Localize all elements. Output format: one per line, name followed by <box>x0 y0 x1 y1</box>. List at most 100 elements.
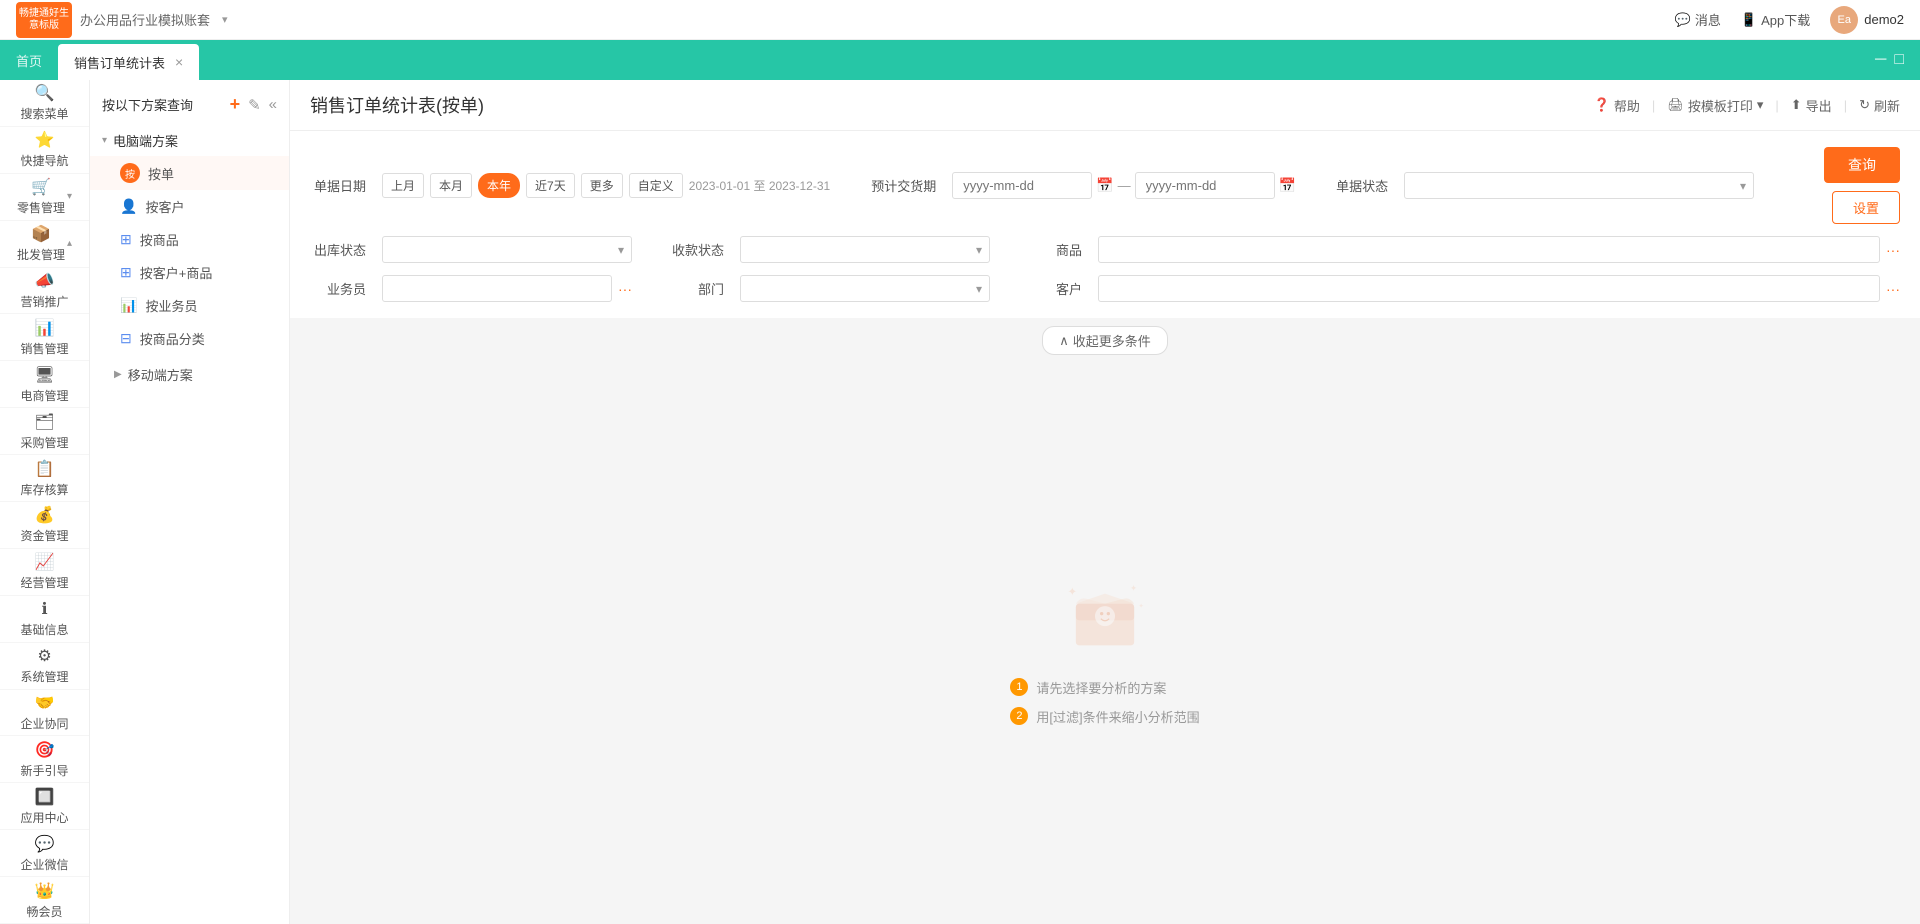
sidebar-item-ecom[interactable]: 🖥 电商管理 <box>0 361 89 408</box>
sidebar-item-retail[interactable]: 🛒 零售管理 ▾ <box>0 174 89 221</box>
template-print-label: 按模板打印 <box>1688 96 1753 115</box>
status-select[interactable] <box>1404 172 1754 199</box>
separator-3: | <box>1844 98 1847 113</box>
finance-label: 资金管理 <box>20 527 68 544</box>
sidebar-item-new-user[interactable]: 🎯 新手引导 <box>0 736 89 783</box>
retail-arrow: ▾ <box>67 191 72 202</box>
scheme-item-by-goods[interactable]: ⊞ 按商品 <box>90 223 289 256</box>
scheme-collapse-btn[interactable]: « <box>269 96 277 113</box>
scheme-add-btn[interactable]: + <box>230 94 241 115</box>
sidebar-item-wechat[interactable]: 💬 企业微信 <box>0 830 89 877</box>
scheme-item-by-category[interactable]: ⊟ 按商品分类 <box>90 322 289 355</box>
ecom-icon: 🖥 <box>34 365 54 385</box>
app-download-btn[interactable]: 📱 App下载 <box>1741 10 1810 29</box>
scheme-edit-btn[interactable]: ✎ <box>248 96 261 114</box>
right-panel: 销售订单统计表(按单) ❓ 帮助 | 🖨 按模板打印 ▾ | <box>290 80 1920 924</box>
sidebar-item-sales[interactable]: 📊 销售管理 <box>0 314 89 361</box>
date-range-text: 2023-01-01 至 2023-12-31 <box>689 177 830 194</box>
new-user-icon: 🎯 <box>35 740 55 760</box>
by-goods-label: 按商品 <box>140 230 179 249</box>
logo-text: 畅捷通好生意标版 <box>19 8 69 32</box>
payment-label: 收款状态 <box>668 240 724 259</box>
quick-nav-label: 快捷导航 <box>20 152 68 169</box>
app-download-label: App下载 <box>1761 10 1810 29</box>
by-order-active-icon: 按 <box>120 163 140 183</box>
expected-date-start[interactable] <box>952 172 1092 199</box>
tab-maximize-btn[interactable]: □ <box>1894 51 1904 69</box>
date-btn-custom[interactable]: 自定义 <box>629 173 683 198</box>
collapse-label: 收起更多条件 <box>1073 331 1151 350</box>
template-print-btn[interactable]: 🖨 按模板打印 ▾ <box>1667 96 1763 115</box>
scheme-item-by-salesman[interactable]: 📊 按业务员 <box>90 289 289 322</box>
help-label: 帮助 <box>1614 96 1640 115</box>
basic-icon: ℹ <box>41 599 47 619</box>
template-print-arrow: ▾ <box>1757 97 1764 113</box>
dept-select[interactable] <box>740 275 990 302</box>
sidebar-item-basic[interactable]: ℹ 基础信息 <box>0 596 89 643</box>
export-btn[interactable]: ⬆ 导出 <box>1791 96 1832 115</box>
sidebar-item-system[interactable]: ⚙ 系统管理 <box>0 643 89 690</box>
sidebar-item-marketing[interactable]: 📣 营销推广 <box>0 268 89 315</box>
goods-input[interactable] <box>1098 236 1880 263</box>
user-area[interactable]: Ea demo2 <box>1830 6 1904 34</box>
delivery-select[interactable] <box>382 236 632 263</box>
sidebar-item-quick-nav[interactable]: ⭐ 快捷导航 <box>0 127 89 174</box>
customer-input[interactable] <box>1098 275 1880 302</box>
home-label: 首页 <box>16 51 42 70</box>
tab-home[interactable]: 首页 <box>0 40 58 80</box>
by-customer-label: 按客户 <box>145 197 184 216</box>
svg-text:✦: ✦ <box>1068 585 1078 598</box>
scheme-mobile-title[interactable]: ▶ 移动端方案 <box>102 359 289 390</box>
expected-date-end[interactable] <box>1135 172 1275 199</box>
tab-active[interactable]: 销售订单统计表 × <box>58 44 199 80</box>
refresh-btn[interactable]: ↻ 刷新 <box>1859 96 1900 115</box>
sidebar-item-operations[interactable]: 📈 经营管理 <box>0 549 89 596</box>
date-btn-more[interactable]: 更多 <box>581 173 623 198</box>
tip-text-1: 请先选择要分析的方案 <box>1036 678 1166 697</box>
date-btn-7days[interactable]: 近7天 <box>526 173 575 198</box>
app-title-arrow[interactable]: ▾ <box>222 13 228 26</box>
collapse-btn[interactable]: ∧ 收起更多条件 <box>1042 326 1168 355</box>
salesman-more-btn[interactable]: ··· <box>618 281 632 297</box>
mobile-section-label: 移动端方案 <box>128 365 193 384</box>
empty-illustration: ✦ ✦ ✦ <box>1055 562 1155 662</box>
marketing-label: 营销推广 <box>20 293 68 310</box>
sidebar-item-finance[interactable]: 💰 资金管理 <box>0 502 89 549</box>
sidebar-item-wholesale[interactable]: 📦 批发管理 ▴ <box>0 221 89 268</box>
tip-text-2: 用[过滤]条件来缩小分析范围 <box>1036 707 1199 726</box>
sidebar-item-vip[interactable]: 👑 畅会员 <box>0 877 89 924</box>
status-select-wrap <box>1404 172 1754 199</box>
scheme-item-by-customer[interactable]: 👤 按客户 <box>90 190 289 223</box>
basic-label: 基础信息 <box>20 621 68 638</box>
finance-icon: 💰 <box>35 505 55 525</box>
tab-close-icon[interactable]: × <box>175 54 183 70</box>
calendar-icon-start[interactable]: 📅 <box>1096 177 1113 194</box>
tab-minimize-btn[interactable]: ─ <box>1875 51 1886 69</box>
sidebar-item-enterprise[interactable]: 🤝 企业协同 <box>0 690 89 737</box>
sidebar: 🔍 搜索菜单 ⭐ 快捷导航 🛒 零售管理 ▾ 📦 批发管理 ▴ 📣 营销推广 <box>0 80 90 924</box>
wechat-icon: 💬 <box>35 834 55 854</box>
payment-select[interactable] <box>740 236 990 263</box>
customer-more-btn[interactable]: ··· <box>1886 281 1900 297</box>
salesman-input[interactable] <box>382 275 612 302</box>
date-btn-this-month[interactable]: 本月 <box>430 173 472 198</box>
goods-more-btn[interactable]: ··· <box>1886 242 1900 258</box>
sidebar-item-purchase[interactable]: 🗂 采购管理 <box>0 408 89 455</box>
scheme-pc-title[interactable]: ▾ 电脑端方案 <box>90 125 289 156</box>
wholesale-icon: 📦 <box>31 224 51 244</box>
message-btn[interactable]: 💬 消息 <box>1675 10 1721 29</box>
sales-icon: 📊 <box>35 318 55 338</box>
date-btn-last-month[interactable]: 上月 <box>382 173 424 198</box>
scheme-item-by-order[interactable]: 按 按单 <box>90 156 289 190</box>
scheme-item-by-customer-goods[interactable]: ⊞ 按客户+商品 <box>90 256 289 289</box>
help-btn[interactable]: ❓ 帮助 <box>1594 96 1640 115</box>
date-btn-this-year[interactable]: 本年 <box>478 173 520 198</box>
expected-date-range: 📅 — 📅 <box>952 172 1296 199</box>
sidebar-item-app-center[interactable]: 🔲 应用中心 <box>0 783 89 830</box>
goods-label: 商品 <box>1026 240 1082 259</box>
calendar-icon-end[interactable]: 📅 <box>1279 177 1296 194</box>
setting-btn[interactable]: 设置 <box>1832 191 1900 224</box>
query-btn[interactable]: 查询 <box>1824 147 1900 183</box>
sidebar-item-inventory[interactable]: 📋 库存核算 <box>0 455 89 502</box>
sidebar-item-search-menu[interactable]: 🔍 搜索菜单 <box>0 80 89 127</box>
